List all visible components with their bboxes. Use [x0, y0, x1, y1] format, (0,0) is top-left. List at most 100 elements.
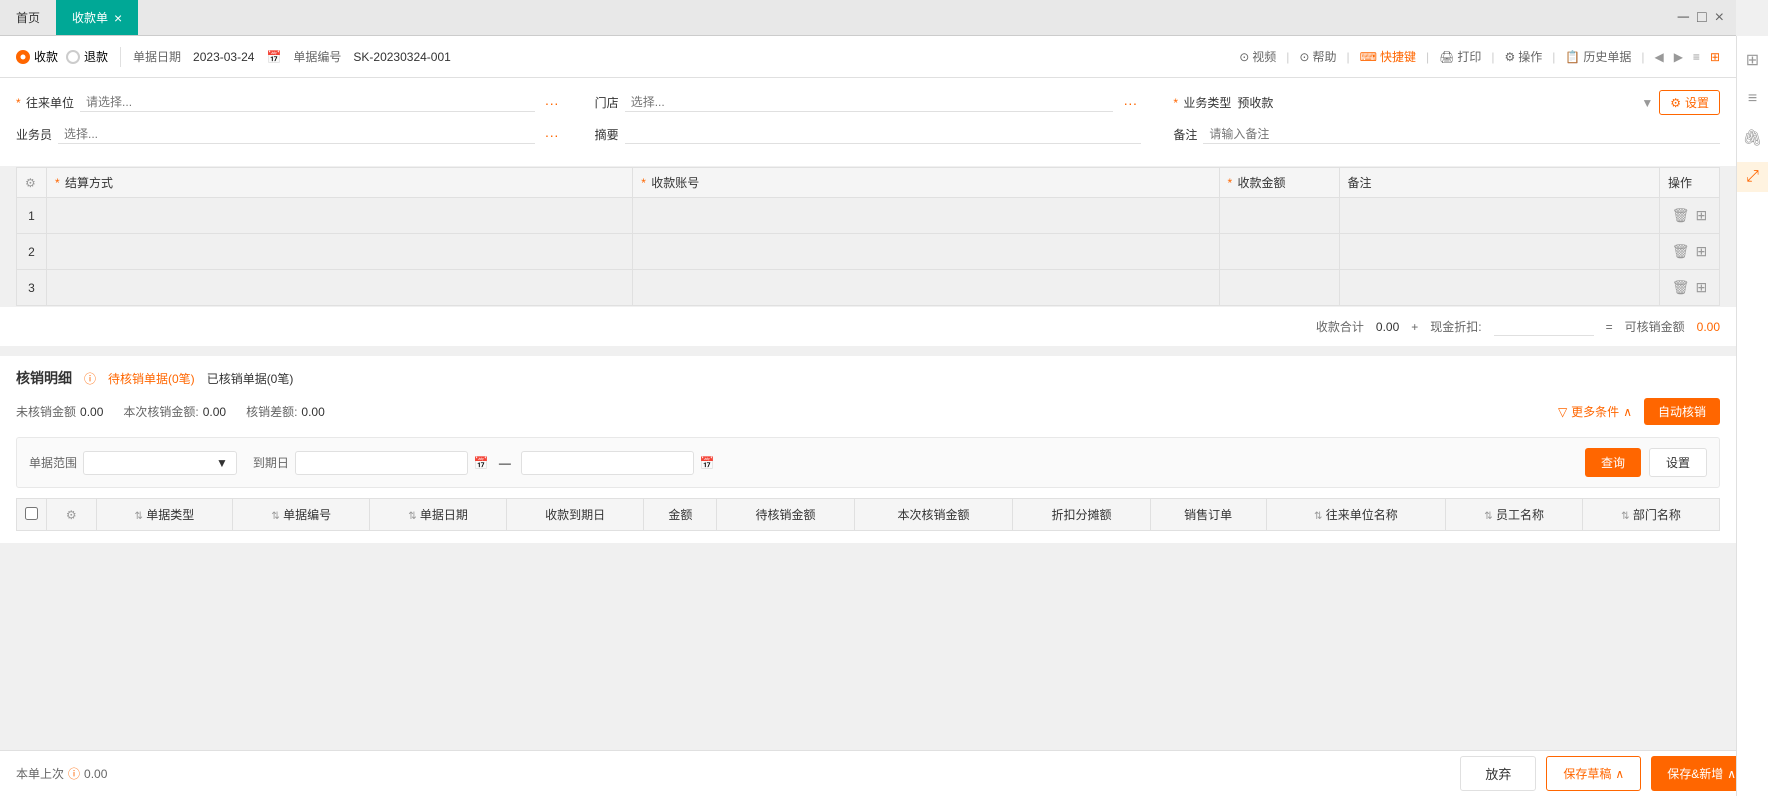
date-start-input[interactable]: 2022-04-01: [295, 451, 468, 475]
copy-icon[interactable]: ⊞: [1696, 279, 1708, 296]
pending-tab[interactable]: 待核销单据(0笔): [108, 370, 195, 387]
sidebar-table-icon[interactable]: ⊞: [1746, 44, 1759, 76]
settlement-cell[interactable]: [47, 234, 633, 270]
calendar-end-icon[interactable]: 📅: [700, 456, 715, 470]
carry-value: 0.00: [84, 767, 107, 781]
recon-info-icon[interactable]: ⓘ: [84, 370, 96, 387]
delete-icon[interactable]: 🗑: [1672, 207, 1690, 224]
toolbar: 收款 退款 单据日期 2023-03-24 📅 单据编号 SK-20230324…: [0, 36, 1736, 78]
print-label: 打印: [1457, 48, 1481, 65]
remark-input[interactable]: [1203, 125, 1720, 144]
maximize-btn[interactable]: □: [1697, 9, 1707, 27]
staff-input[interactable]: [58, 125, 535, 144]
store-input[interactable]: [625, 93, 1114, 112]
row-num: 1: [17, 198, 47, 234]
select-all-checkbox[interactable]: [25, 507, 38, 520]
amount-cell[interactable]: [1219, 234, 1339, 270]
nav-right-icon[interactable]: ▶: [1674, 50, 1683, 64]
filter-icon: ▽: [1558, 405, 1567, 419]
remark-label: 备注: [1173, 126, 1197, 143]
more-filter-btn[interactable]: ▽ 更多条件 ∧: [1558, 403, 1632, 420]
abandon-btn[interactable]: 放弃: [1460, 756, 1536, 791]
summary-input[interactable]: [625, 125, 1142, 144]
operate-btn[interactable]: ⚙ 操作: [1504, 48, 1542, 65]
radio-refund[interactable]: 退款: [66, 48, 108, 65]
account-cell[interactable]: [633, 198, 1219, 234]
receipt-table-section: ⚙ * 结算方式 * 收款账号 * 收款金额 备注: [0, 167, 1736, 306]
uncancelled-stat: 未核销金额 0.00: [16, 403, 103, 420]
range-select[interactable]: ▼: [83, 451, 237, 475]
auto-recon-btn[interactable]: 自动核销: [1644, 398, 1720, 425]
calendar-start-icon[interactable]: 📅: [474, 456, 489, 470]
business-type-label: * 业务类型: [1173, 94, 1231, 111]
layout-list-icon[interactable]: ≡: [1693, 50, 1700, 64]
col-doc-date: ⇅ 单据日期: [370, 499, 507, 531]
shortcut-label: 快捷键: [1380, 48, 1416, 65]
col-amount: 金额: [644, 499, 717, 531]
col-pending-amount: 待核销金额: [717, 499, 854, 531]
sidebar-clip-icon[interactable]: 🖇: [1742, 122, 1762, 154]
range-label: 单据范围: [29, 454, 77, 471]
plus-sign: +: [1411, 320, 1418, 334]
radio-receive[interactable]: 收款: [16, 48, 58, 65]
account-cell[interactable]: [633, 270, 1219, 306]
history-btn[interactable]: 📋 历史单据: [1565, 48, 1631, 65]
settings-btn[interactable]: ⚙ 设置: [1659, 90, 1720, 115]
delete-icon[interactable]: 🗑: [1672, 243, 1690, 260]
tab-close-btn[interactable]: ×: [114, 10, 122, 26]
carry-info-icon[interactable]: ⓘ: [68, 765, 80, 782]
partner-input[interactable]: [80, 93, 535, 112]
tab-bar: 首页 收款单 × ─ □ ×: [0, 0, 1736, 36]
amount-cell[interactable]: [1219, 270, 1339, 306]
col-table-settings: ⚙: [47, 499, 97, 531]
amount-cell[interactable]: [1219, 198, 1339, 234]
help-btn[interactable]: ⊙ 帮助: [1299, 48, 1336, 65]
store-more-btn[interactable]: ···: [1119, 95, 1141, 111]
partner-label: * 往来单位: [16, 94, 74, 111]
remark-cell[interactable]: [1339, 270, 1660, 306]
layout-grid-icon[interactable]: ⊞: [1710, 50, 1720, 64]
discount-input[interactable]: [1494, 317, 1594, 336]
settlement-cell[interactable]: [47, 270, 633, 306]
remark-cell[interactable]: [1339, 234, 1660, 270]
nav-left-icon[interactable]: ◀: [1654, 50, 1663, 64]
recon-table-settings-icon[interactable]: ⚙: [66, 508, 77, 522]
action-cell: 🗑 ⊞: [1660, 234, 1720, 270]
total-label: 收款合计: [1316, 318, 1364, 335]
video-label: 视频: [1252, 48, 1276, 65]
tab-home[interactable]: 首页: [0, 0, 56, 35]
save-draft-btn[interactable]: 保存草稿 ∧: [1546, 756, 1641, 791]
filter-settings-btn[interactable]: 设置: [1649, 448, 1707, 477]
table-row: 2 🗑 ⊞: [17, 234, 1720, 270]
tab-receipt[interactable]: 收款单 ×: [56, 0, 138, 35]
shortcut-btn[interactable]: ⌨ 快捷键: [1360, 48, 1416, 65]
dropdown-icon[interactable]: ▼: [1641, 96, 1653, 110]
table-settings-icon[interactable]: ⚙: [25, 176, 36, 190]
copy-icon[interactable]: ⊞: [1696, 243, 1708, 260]
partner-more-btn[interactable]: ···: [541, 95, 563, 111]
col-current-amount: 本次核销金额: [854, 499, 1013, 531]
settlement-cell[interactable]: [47, 198, 633, 234]
calendar-icon[interactable]: 📅: [266, 50, 281, 64]
col-remark: 备注: [1339, 168, 1660, 198]
copy-icon[interactable]: ⊞: [1696, 207, 1708, 224]
recon-table: ⚙ ⇅ 单据类型 ⇅ 单据编号 ⇅ 单据日期 收款到期日: [16, 498, 1720, 531]
video-btn[interactable]: ⊙ 视频: [1239, 48, 1276, 65]
delete-icon[interactable]: 🗑: [1672, 279, 1690, 296]
close-btn[interactable]: ×: [1715, 9, 1724, 27]
account-cell[interactable]: [633, 234, 1219, 270]
col-doc-type: ⇅ 单据类型: [96, 499, 233, 531]
query-btn[interactable]: 查询: [1585, 448, 1641, 477]
sidebar-list-icon[interactable]: ≡: [1748, 84, 1757, 114]
col-staff: ⇅ 员工名称: [1446, 499, 1583, 531]
date-end-input[interactable]: 2022-04-12: [521, 451, 694, 475]
remark-cell[interactable]: [1339, 198, 1660, 234]
help-label: 帮助: [1312, 48, 1336, 65]
sidebar-expand-icon[interactable]: ⤢: [1737, 162, 1768, 192]
done-tab[interactable]: 已核销单据(0笔): [207, 370, 294, 387]
bottom-bar: 本单上次 ⓘ 0.00 放弃 保存草稿 ∧ 保存&新增 ∧: [0, 750, 1768, 796]
operate-label: 操作: [1518, 48, 1542, 65]
print-btn[interactable]: 🖨 打印: [1439, 48, 1481, 65]
staff-more-btn[interactable]: ···: [541, 127, 563, 143]
minimize-btn[interactable]: ─: [1678, 9, 1689, 27]
